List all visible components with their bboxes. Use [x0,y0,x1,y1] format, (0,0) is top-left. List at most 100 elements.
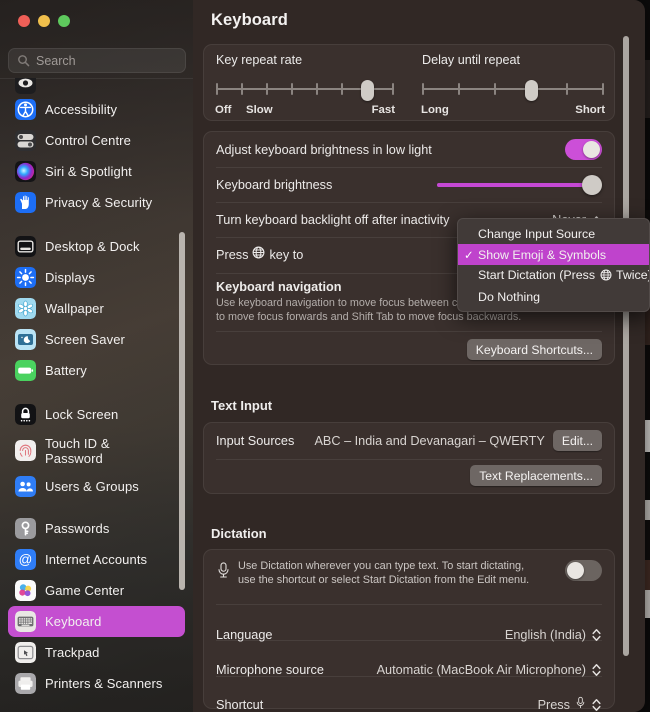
chevron-up-down-icon[interactable] [591,697,602,712]
dictation-toggle[interactable] [565,560,602,581]
sidebar-item-partial-above[interactable] [8,78,185,94]
sidebar-item-wallpaper[interactable]: Wallpaper [8,293,185,324]
minimize-button[interactable] [38,15,50,27]
adjust-brightness-label: Adjust keyboard brightness in low light [216,142,432,157]
press-globe-key-dropdown-menu[interactable]: Change Input Source ✓ Show Emoji & Symbo… [457,218,650,312]
menu-item-change-input-source[interactable]: Change Input Source [458,223,649,244]
microphone-icon [216,561,238,584]
keyboard-brightness-row: Keyboard brightness [204,167,614,202]
menu-item-label: Show Emoji & Symbols [478,247,607,262]
tick [216,83,218,95]
sidebar-item-label: Internet Accounts [45,552,148,567]
delay-repeat-endcaps: Long Short [421,104,605,118]
search-icon [17,54,30,67]
svg-text:@: @ [19,552,33,567]
divider [216,331,602,332]
search-input[interactable]: Search [36,54,76,68]
sidebar-item-label: Battery [45,363,87,378]
tick [266,83,268,95]
dictation-card: Use Dictation wherever you can type text… [203,549,615,712]
system-settings-window: Search Accessibility Control Centre Siri… [0,0,645,712]
sidebar-item-label: Trackpad [45,645,100,660]
delay-until-repeat-label: Delay until repeat [422,53,521,67]
keyboard-shortcuts-button-wrap: Keyboard Shortcuts... [466,339,602,360]
menu-item-show-emoji-symbols[interactable]: ✓ Show Emoji & Symbols [458,244,649,265]
tick [602,83,604,95]
sidebar-item-privacy-security[interactable]: Privacy & Security [8,187,185,218]
adjust-brightness-toggle[interactable] [565,139,602,160]
passwords-icon [15,518,36,539]
key-repeat-card: Key repeat rate Off Slow Fast Delay unti… [203,44,615,121]
sidebar-item-screen-saver[interactable]: Screen Saver [8,324,185,355]
sidebar-item-passwords[interactable]: Passwords [8,513,185,544]
game-center-icon [15,580,36,601]
sidebar-item-label: Privacy & Security [45,195,153,210]
input-sources-label: Input Sources [216,433,295,448]
tick [341,83,343,95]
backlight-off-label: Turn keyboard backlight off after inacti… [216,212,450,227]
key-repeat-rate-knob[interactable] [361,80,374,101]
close-button[interactable] [18,15,30,27]
siri-icon [15,161,36,182]
microphone-source-label: Microphone source [216,662,324,677]
delay-until-repeat-knob[interactable] [525,80,538,101]
dictation-language-row: Language English (India) [204,617,614,652]
sidebar-item-battery[interactable]: Battery [8,355,185,386]
sidebar-item-desktop-dock[interactable]: Desktop & Dock [8,231,185,262]
sidebar-item-trackpad[interactable]: Trackpad [8,637,185,668]
touch-id-icon [15,440,36,461]
sidebar-item-siri-spotlight[interactable]: Siri & Spotlight [8,156,185,187]
tick [291,83,293,95]
sidebar-item-internet-accounts[interactable]: @ Internet Accounts [8,544,185,575]
text-replacements-button[interactable]: Text Replacements... [470,465,602,486]
microphone-source-value[interactable]: Automatic (MacBook Air Microphone) [377,663,586,677]
slider-fill [437,182,592,187]
sidebar-item-game-center[interactable]: Game Center [8,575,185,606]
sidebar-item-touch-id-password[interactable]: Touch ID & Password [8,430,185,471]
sidebar-item-keyboard[interactable]: Keyboard [8,606,185,637]
zoom-button[interactable] [58,15,70,27]
sidebar-scrollbar[interactable] [179,232,185,590]
text-input-card: Input Sources ABC – India and Devanagari… [203,422,615,494]
globe-icon [600,269,612,284]
key-repeat-rate-label: Key repeat rate [216,53,303,67]
microphone-source-row: Microphone source Automatic (MacBook Air… [204,652,614,687]
delay-repeat-track[interactable] [422,80,604,101]
menu-item-do-nothing[interactable]: Do Nothing [458,286,649,307]
sidebar-scroll-area: Accessibility Control Centre Siri & Spot… [0,78,193,712]
edit-input-sources-button[interactable]: Edit... [552,430,602,451]
divider [216,604,602,605]
input-sources-row: Input Sources ABC – India and Devanagari… [204,423,614,458]
search-field-container[interactable]: Search [8,48,186,73]
keyboard-brightness-slider[interactable] [437,174,602,195]
sidebar-item-displays[interactable]: Displays [8,262,185,293]
sidebar-item-label: Wallpaper [45,301,104,316]
key-repeat-track[interactable] [216,80,394,101]
settings-scroll-area: Key repeat rate Off Slow Fast Delay unti… [193,0,645,712]
sidebar-item-control-centre[interactable]: Control Centre [8,125,185,156]
battery-icon [15,360,36,381]
sidebar-item-users-groups[interactable]: Users & Groups [8,471,185,502]
delay-until-repeat-slider[interactable]: Delay until repeat Long Short [421,53,605,118]
menu-item-start-dictation[interactable]: Start Dictation (Press Twice) [458,265,649,286]
sidebar-item-lock-screen[interactable]: Lock Screen [8,399,185,430]
sidebar-item-accessibility[interactable]: Accessibility [8,94,185,125]
keyboard-brightness-label: Keyboard brightness [216,177,333,192]
sidebar-item-label: Control Centre [45,133,131,148]
screen-saver-icon [15,329,36,350]
toggle-knob [583,141,600,158]
keyboard-shortcuts-button[interactable]: Keyboard Shortcuts... [466,339,602,360]
slider-line [422,88,604,90]
content-scrollbar[interactable] [623,36,629,656]
sidebar-item-printers-scanners[interactable]: Printers & Scanners [8,668,185,699]
displays-icon [15,267,36,288]
key-repeat-rate-slider[interactable]: Key repeat rate Off Slow Fast [215,53,395,118]
tick [566,83,568,95]
input-sources-value: ABC – India and Devanagari – QWERTY [314,433,545,448]
lock-screen-icon [15,404,36,425]
shortcut-value[interactable]: Press [538,698,570,712]
keyboard-brightness-knob[interactable] [582,174,602,195]
adjust-brightness-row: Adjust keyboard brightness in low light [204,132,614,167]
sidebar-item-label: Accessibility [45,102,118,117]
key-repeat-left-label: Off [215,104,232,116]
